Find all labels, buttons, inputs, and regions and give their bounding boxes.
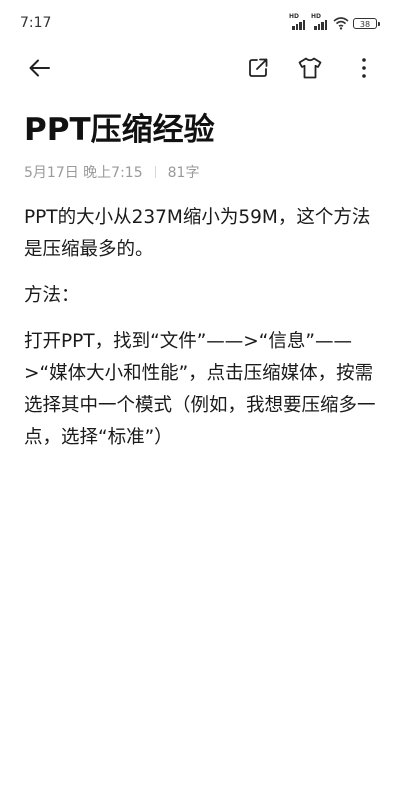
more-button[interactable] [348,52,380,84]
note-toolbar [0,48,400,88]
status-icons: HD HD 38 [289,14,380,30]
note-word-count: 81字 [167,165,200,181]
share-button[interactable] [242,52,274,84]
meta-divider [154,166,156,178]
arrow-left-icon [29,59,50,77]
note-title[interactable]: PPT压缩经验 [24,104,215,149]
note-screen: 7:17 HD HD 38 PPT压缩经验 5月17日 晚上7:15 81字 P… [0,0,400,801]
status-time: 7:17 [20,15,52,31]
note-body[interactable]: PPT的大小从237M缩小为59M，这个方法是压缩最多的。 方法： 打开PPT，… [24,202,376,468]
note-paragraph[interactable]: PPT的大小从237M缩小为59M，这个方法是压缩最多的。 [24,202,376,266]
wifi-icon [333,17,349,30]
theme-button[interactable] [294,52,326,84]
note-date: 5月17日 晚上7:15 [24,165,143,181]
share-icon [249,58,268,77]
status-bar: 7:17 HD HD 38 [0,0,400,44]
tshirt-icon [298,57,322,79]
note-paragraph[interactable]: 打开PPT，找到“文件”——>“信息”——>“媒体大小和性能”，点击压缩媒体，按… [24,326,376,454]
cellular-signal-icon: HD [311,14,329,30]
back-button[interactable] [24,52,56,84]
cellular-signal-icon: HD [289,14,307,30]
note-paragraph[interactable]: 方法： [24,280,376,312]
more-vertical-icon [362,58,366,78]
note-meta: 5月17日 晚上7:15 81字 [24,162,199,182]
battery-icon: 38 [353,17,380,29]
